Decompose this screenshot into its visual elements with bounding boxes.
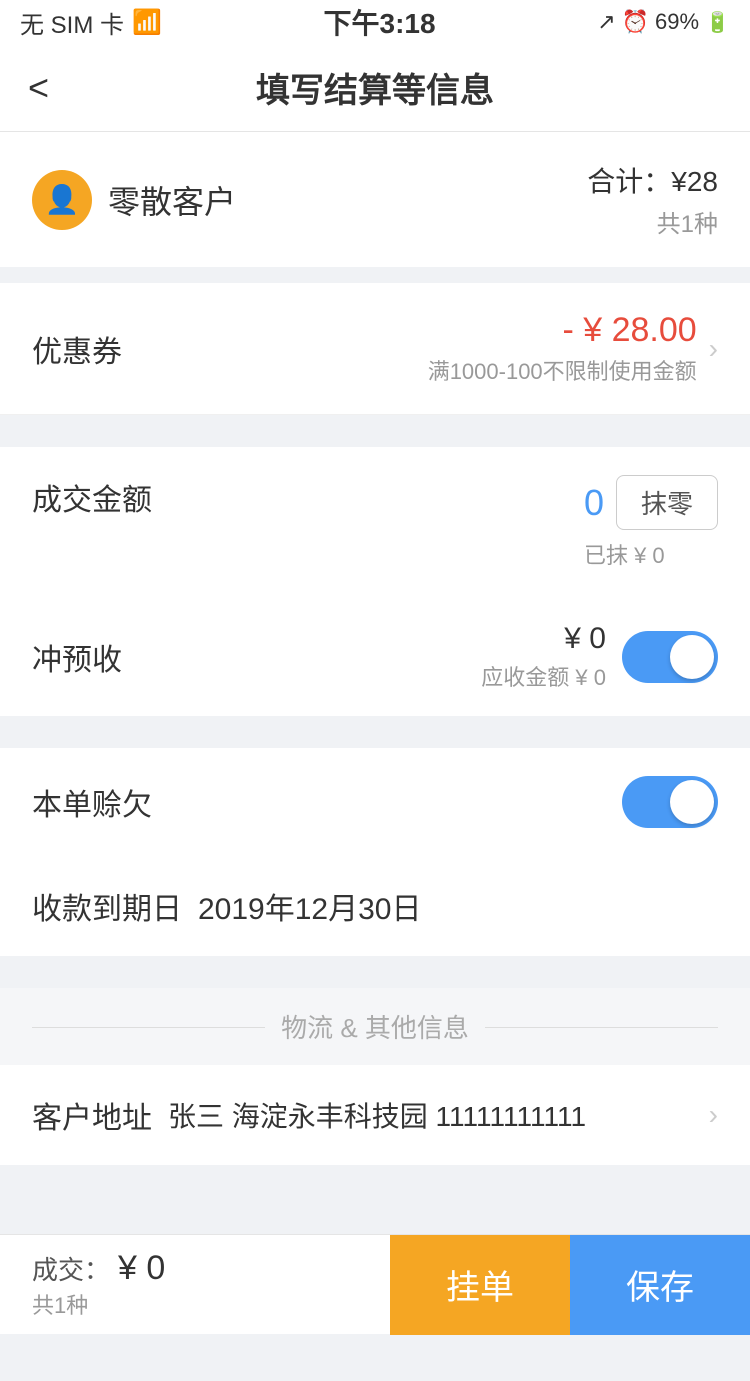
arrears-label: 本单赊欠: [32, 780, 152, 824]
duedate-value[interactable]: 2019年12月30日: [198, 884, 421, 928]
address-label: 客户地址: [32, 1093, 152, 1137]
wifi-icon: 📶: [132, 8, 162, 37]
deal-input-top: 0 抹零: [584, 475, 718, 530]
coupon-desc: 满1000-100不限制使用金额: [428, 354, 697, 386]
status-bar: 无 SIM 卡 📶 下午3:18 ↗ ⏰ 69% 🔋: [0, 0, 750, 44]
status-right: ↗ ⏰ 69% 🔋: [597, 9, 730, 35]
advance-info: ¥ 0 应收金额 ¥ 0: [481, 622, 606, 692]
page-title: 填写结算等信息: [256, 63, 494, 112]
pending-button[interactable]: 挂单: [390, 1235, 570, 1335]
bottom-deal-info: 成交： ¥ 0 共1种: [0, 1249, 390, 1320]
battery-label: 69%: [655, 9, 699, 35]
customer-total: 合计：¥28 共1种: [587, 160, 718, 239]
customer-section: 👤 零散客户 合计：¥28 共1种: [0, 132, 750, 267]
total-count: 共1种: [587, 204, 718, 239]
address-row[interactable]: 客户地址 张三 海淀永丰科技园 11111111111 ›: [0, 1065, 750, 1165]
deal-amount-section: 成交金额 0 抹零 已抹 ¥ 0 冲预收 ¥ 0 应收金额 ¥ 0: [0, 447, 750, 716]
avatar-icon: 👤: [45, 183, 80, 216]
customer-info: 👤 零散客户: [32, 170, 236, 230]
divider-1: [0, 431, 750, 447]
advance-row: 冲预收 ¥ 0 应收金额 ¥ 0: [0, 598, 750, 716]
customer-name: 零散客户: [108, 177, 236, 223]
address-value: 张三 海淀永丰科技园 11111111111: [168, 1095, 693, 1135]
status-left: 无 SIM 卡 📶: [20, 5, 162, 40]
address-section[interactable]: 客户地址 张三 海淀永丰科技园 11111111111 ›: [0, 1065, 750, 1165]
bottom-deal-row: 成交： ¥ 0: [32, 1249, 358, 1288]
battery-icon: 🔋: [705, 10, 730, 35]
nav-bar: < 填写结算等信息: [0, 44, 750, 132]
advance-toggle[interactable]: [622, 631, 718, 683]
bottom-deal-amount: ¥ 0: [118, 1249, 165, 1288]
logistics-header: 物流 & 其他信息: [0, 988, 750, 1065]
deal-amount-right: 0 抹零 已抹 ¥ 0: [584, 475, 718, 570]
alarm-icon: ⏰: [622, 9, 649, 35]
advance-right: ¥ 0 应收金额 ¥ 0: [481, 622, 718, 692]
carrier-label: 无 SIM 卡: [20, 5, 124, 40]
bottom-bar: 成交： ¥ 0 共1种 挂单 保存: [0, 1234, 750, 1334]
arrears-toggle[interactable]: [622, 776, 718, 828]
back-button[interactable]: <: [28, 67, 49, 109]
address-chevron-icon: ›: [709, 1099, 718, 1131]
total-amount: 合计：¥28: [587, 160, 718, 200]
advance-amount: ¥ 0: [481, 622, 606, 656]
divider-2: [0, 732, 750, 748]
advance-label: 冲预收: [32, 635, 122, 679]
deal-sub-label: 已抹 ¥ 0: [584, 538, 718, 570]
divider-3: [0, 972, 750, 988]
duedate-row: 收款到期日 2019年12月30日: [0, 856, 750, 956]
coupon-label: 优惠券: [32, 327, 122, 371]
duedate-label: 收款到期日: [32, 884, 182, 928]
location-icon: ↗: [597, 9, 615, 35]
save-button[interactable]: 保存: [570, 1235, 750, 1335]
coupon-info: - ¥ 28.00 满1000-100不限制使用金额: [428, 311, 697, 386]
bottom-deal-title: 成交：: [32, 1250, 110, 1287]
coupon-section[interactable]: 优惠券 - ¥ 28.00 满1000-100不限制使用金额 ›: [0, 283, 750, 415]
deal-value[interactable]: 0: [584, 482, 604, 524]
pending-label: 挂单: [446, 1260, 514, 1309]
status-time: 下午3:18: [324, 2, 436, 42]
coupon-right: - ¥ 28.00 满1000-100不限制使用金额 ›: [428, 311, 718, 386]
advance-sub: 应收金额 ¥ 0: [481, 660, 606, 692]
arrears-row: 本单赊欠: [0, 748, 750, 856]
avatar: 👤: [32, 170, 92, 230]
deal-amount-label: 成交金额: [32, 475, 152, 519]
coupon-row[interactable]: 优惠券 - ¥ 28.00 满1000-100不限制使用金额 ›: [0, 283, 750, 415]
save-label: 保存: [626, 1260, 694, 1309]
deal-amount-row: 成交金额 0 抹零 已抹 ¥ 0: [0, 447, 750, 598]
logistics-title: 物流 & 其他信息: [265, 1008, 485, 1045]
chevron-right-icon: ›: [709, 333, 718, 365]
round-zero-button[interactable]: 抹零: [616, 475, 718, 530]
customer-row: 👤 零散客户 合计：¥28 共1种: [0, 132, 750, 267]
arrears-section: 本单赊欠 收款到期日 2019年12月30日: [0, 748, 750, 956]
coupon-amount: - ¥ 28.00: [428, 311, 697, 350]
bottom-deal-count: 共1种: [32, 1288, 358, 1320]
